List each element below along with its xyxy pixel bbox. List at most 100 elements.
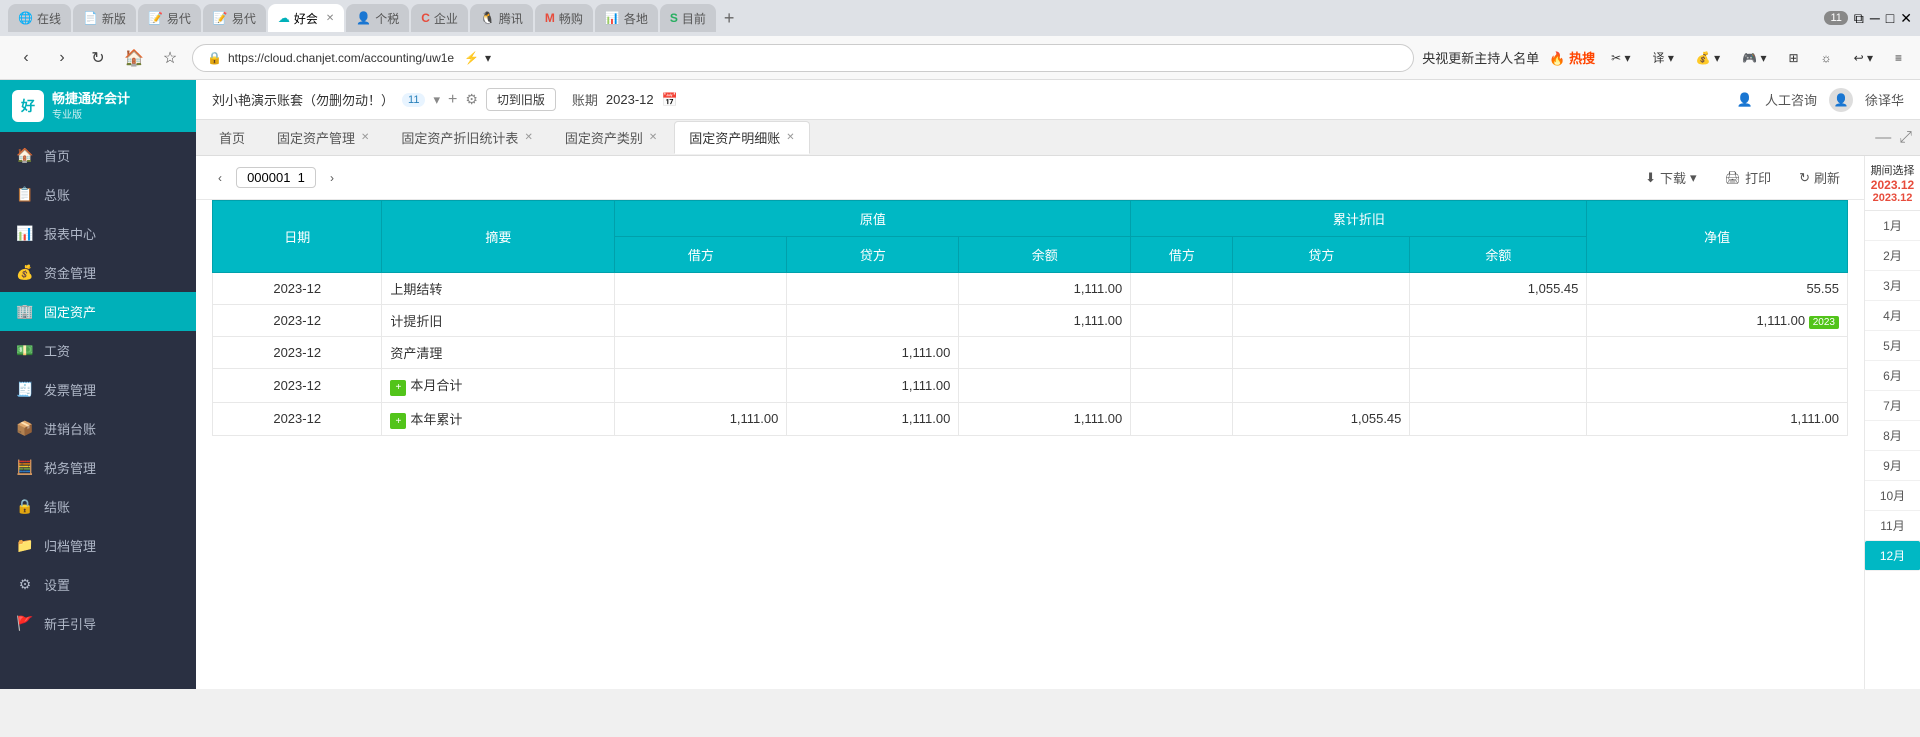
sidebar-item-payroll[interactable]: 💵 工资 xyxy=(0,331,196,370)
sidebar-item-tax-mgmt[interactable]: 🧮 税务管理 xyxy=(0,448,196,487)
browser-tab-gedi[interactable]: 📊 各地 xyxy=(595,4,658,32)
period-month-12[interactable]: 12月 xyxy=(1865,541,1920,571)
back-button[interactable]: ‹ xyxy=(12,44,40,72)
stock-icon: 📦 xyxy=(16,420,34,437)
support-label[interactable]: 人工咨询 xyxy=(1765,90,1817,109)
tab-home[interactable]: 首页 xyxy=(204,121,260,154)
browser-tab-chang[interactable]: M 畅购 xyxy=(535,4,593,32)
browser-tab-muqian[interactable]: S 目前 xyxy=(660,4,716,32)
translate-tool[interactable]: 译 ▾ xyxy=(1647,47,1680,68)
cell-dep-credit xyxy=(1233,337,1410,369)
period-month-8[interactable]: 8月 xyxy=(1865,421,1920,451)
brightness-tool[interactable]: ☼ xyxy=(1815,49,1838,67)
sidebar-item-report-center[interactable]: 📊 报表中心 xyxy=(0,214,196,253)
hot-search-label[interactable]: 🔥 热搜 xyxy=(1549,48,1595,67)
sidebar-item-fixed-asset[interactable]: 🏢 固定资产 xyxy=(0,292,196,331)
page-number-input[interactable] xyxy=(236,167,316,188)
browser-tab-haokuai[interactable]: ☁ 好会 ✕ xyxy=(268,4,344,32)
reward-tool[interactable]: 💰 ▾ xyxy=(1690,49,1726,67)
tab-asset-ledger[interactable]: 固定资产明细账 ✕ xyxy=(674,121,809,154)
fund-icon: 💰 xyxy=(16,264,34,281)
scissor-tool[interactable]: ✂ ▾ xyxy=(1605,49,1636,67)
new-tab-button[interactable]: + xyxy=(718,8,741,29)
sidebar-item-archive-mgmt[interactable]: 📁 归档管理 xyxy=(0,526,196,565)
maximize-icon[interactable]: □ xyxy=(1886,10,1894,26)
settings-icon: ⚙ xyxy=(16,576,34,593)
add-account-btn[interactable]: + xyxy=(448,91,457,109)
browser-tab-geshui[interactable]: 👤 个税 xyxy=(346,4,409,32)
period-month-4[interactable]: 4月 xyxy=(1865,301,1920,331)
cell-orig-debit xyxy=(615,305,787,337)
cell-net-value: 1,111.00 2023 xyxy=(1587,305,1848,337)
dropdown-icon[interactable]: ▾ xyxy=(485,51,491,65)
th-dep-credit: 贷方 xyxy=(1233,237,1410,273)
browser-tab-qiye[interactable]: C 企业 xyxy=(411,4,468,32)
maximize-panel-icon[interactable]: ⤢ xyxy=(1899,129,1912,147)
tab-close-haokuai[interactable]: ✕ xyxy=(326,13,334,24)
sidebar-item-stock-account[interactable]: 📦 进销台账 xyxy=(0,409,196,448)
cell-summary: 计提折旧 xyxy=(382,305,615,337)
browser-tab-online[interactable]: 🌐 在线 xyxy=(8,4,71,32)
close-window-icon[interactable]: ✕ xyxy=(1900,10,1912,27)
sidebar-item-home[interactable]: 🏠 首页 xyxy=(0,136,196,175)
refresh-button[interactable]: ↻ 刷新 xyxy=(1791,164,1848,191)
security-icon: 🔒 xyxy=(207,51,222,65)
sidebar-item-close-period[interactable]: 🔒 结账 xyxy=(0,487,196,526)
browser-tab-yidai2[interactable]: 📝 易代 xyxy=(203,4,266,32)
home-button[interactable]: 🏠 xyxy=(120,44,148,72)
tab-home-label: 首页 xyxy=(219,128,245,147)
browser-tab-tengxun[interactable]: 🐧 腾讯 xyxy=(470,4,533,32)
th-original-value: 原值 xyxy=(615,201,1131,237)
sidebar-item-general-ledger[interactable]: 📋 总账 xyxy=(0,175,196,214)
tab-asset-category[interactable]: 固定资产类别 ✕ xyxy=(550,121,672,154)
tab-depreciation-stat-close[interactable]: ✕ xyxy=(524,132,532,143)
refresh-icon: ↻ xyxy=(1799,170,1810,186)
browser-tab-yidai1[interactable]: 📝 易代 xyxy=(138,4,201,32)
sidebar-item-new-user-guide[interactable]: 🚩 新手引导 xyxy=(0,604,196,643)
period-month-2[interactable]: 2月 xyxy=(1865,241,1920,271)
period-month-7[interactable]: 7月 xyxy=(1865,391,1920,421)
switch-version-button[interactable]: 切到旧版 xyxy=(486,88,556,111)
cell-dep-credit: 1,055.45 xyxy=(1233,402,1410,436)
minimize-icon[interactable]: ─ xyxy=(1870,10,1880,26)
period-month-9[interactable]: 9月 xyxy=(1865,451,1920,481)
cell-summary: 上期结转 xyxy=(382,273,615,305)
game-tool[interactable]: 🎮 ▾ xyxy=(1736,49,1772,67)
period-month-3[interactable]: 3月 xyxy=(1865,271,1920,301)
dropdown-arrow[interactable]: ▾ xyxy=(433,92,440,108)
prev-page-btn[interactable]: ‹ xyxy=(212,169,228,187)
bookmark-button[interactable]: ☆ xyxy=(156,44,184,72)
next-page-btn[interactable]: › xyxy=(324,169,340,187)
tab-fixed-asset-mgmt-close[interactable]: ✕ xyxy=(361,132,369,143)
period-month-6[interactable]: 6月 xyxy=(1865,361,1920,391)
period-month-5[interactable]: 5月 xyxy=(1865,331,1920,361)
address-input[interactable]: 🔒 https://cloud.chanjet.com/accounting/u… xyxy=(192,44,1414,72)
history-tool[interactable]: ↩ ▾ xyxy=(1848,49,1879,67)
menu-tool[interactable]: ≡ xyxy=(1889,49,1908,67)
sidebar-item-invoice-mgmt[interactable]: 🧾 发票管理 xyxy=(0,370,196,409)
tab-asset-ledger-close[interactable]: ✕ xyxy=(786,132,794,143)
restore-window-icon[interactable]: ⧉ xyxy=(1854,10,1864,27)
period-value: 2023-12 xyxy=(606,92,654,107)
ledger-toolbar-right: ⬇ 下载 ▾ 🖨 打印 ↻ 刷新 xyxy=(1637,164,1848,191)
print-button[interactable]: 🖨 打印 xyxy=(1717,164,1780,191)
download-button[interactable]: ⬇ 下载 ▾ xyxy=(1637,164,1704,191)
reload-button[interactable]: ↻ xyxy=(84,44,112,72)
browser-tab-new[interactable]: 📄 新版 xyxy=(73,4,136,32)
period-months-container: 1月2月3月4月5月6月7月8月9月10月11月12月 xyxy=(1865,211,1920,571)
settings-small-btn[interactable]: ⚙ xyxy=(465,91,478,108)
period-month-11[interactable]: 11月 xyxy=(1865,511,1920,541)
sidebar-item-settings[interactable]: ⚙ 设置 xyxy=(0,565,196,604)
period-month-10[interactable]: 10月 xyxy=(1865,481,1920,511)
tab-depreciation-stat[interactable]: 固定资产折旧统计表 ✕ xyxy=(386,121,547,154)
tab-fixed-asset-mgmt[interactable]: 固定资产管理 ✕ xyxy=(262,121,384,154)
ledger-container: ‹ › ⬇ 下载 ▾ 🖨 打印 xyxy=(196,156,1864,689)
minimize-panel-icon[interactable]: — xyxy=(1875,129,1891,147)
tab-asset-category-close[interactable]: ✕ xyxy=(649,132,657,143)
calendar-icon[interactable]: 📅 xyxy=(662,92,678,108)
forward-button[interactable]: › xyxy=(48,44,76,72)
period-month-1[interactable]: 1月 xyxy=(1865,211,1920,241)
sidebar-item-fund-mgmt[interactable]: 💰 资金管理 xyxy=(0,253,196,292)
grid-tool[interactable]: ⊞ xyxy=(1783,49,1805,67)
ledger-table: 日期 摘要 原值 累计折旧 净值 借方 贷方 余额 借方 xyxy=(212,200,1848,436)
